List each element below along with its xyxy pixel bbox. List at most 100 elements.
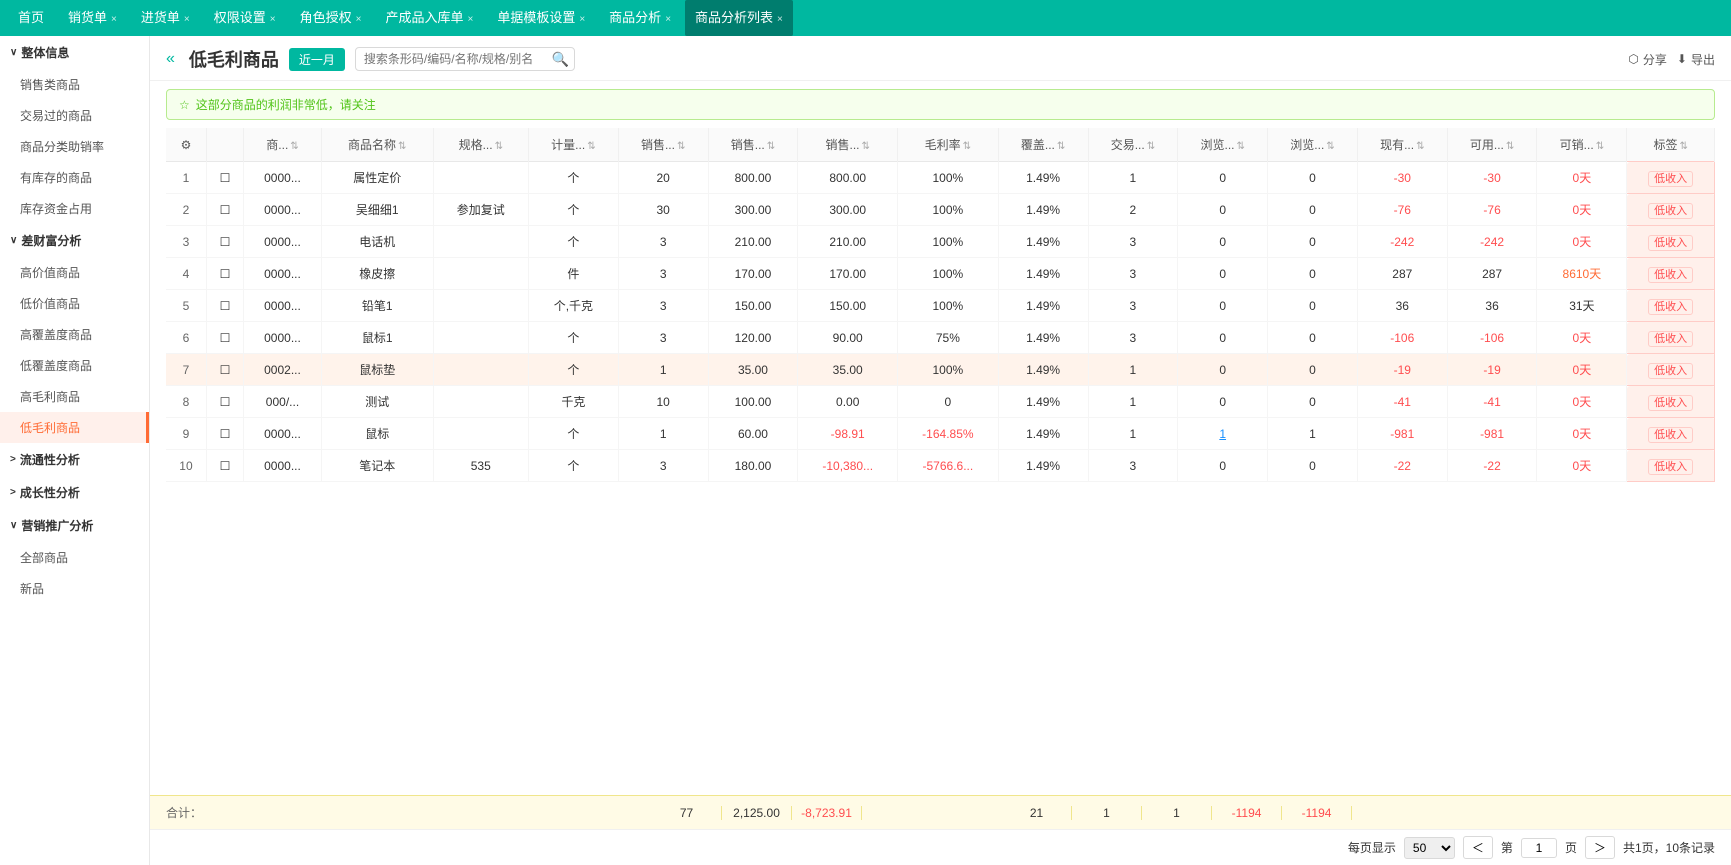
sidebar-collapse-btn[interactable]: « — [166, 50, 175, 68]
sidebar-item-商品分类助销率[interactable]: 商品分类助销率 — [0, 131, 149, 162]
nav-item-商品分析列表[interactable]: 商品分析列表× — [685, 0, 793, 36]
cell-browse1[interactable]: 0 — [1178, 386, 1268, 418]
cell-browse1[interactable]: 0 — [1178, 194, 1268, 226]
share-button[interactable]: ⬡ 分享 — [1628, 51, 1667, 68]
nav-close-icon[interactable]: × — [467, 14, 473, 25]
cell-checkbox[interactable]: ☐ — [206, 194, 243, 226]
nav-close-icon[interactable]: × — [777, 14, 783, 25]
cell-browse1[interactable]: 0 — [1178, 162, 1268, 194]
col-header-current[interactable]: 现有...⇅ — [1357, 128, 1447, 162]
col-header-saleable[interactable]: 可销...⇅ — [1537, 128, 1627, 162]
nav-item-销货单[interactable]: 销货单× — [58, 0, 127, 36]
col-header-available[interactable]: 可用...⇅ — [1447, 128, 1537, 162]
cell-checkbox[interactable]: ☐ — [206, 386, 243, 418]
cell-browse1[interactable]: 1 — [1178, 418, 1268, 450]
cell-browse1[interactable]: 0 — [1178, 258, 1268, 290]
col-header-margin_rate[interactable]: 毛利率⇅ — [898, 128, 999, 162]
cell-available: -242 — [1447, 226, 1537, 258]
cell-tag: 低收入 — [1627, 194, 1715, 226]
sidebar-item-交易过的商品[interactable]: 交易过的商品 — [0, 100, 149, 131]
cell-unit: 个 — [528, 354, 618, 386]
sidebar-item-高覆盖度商品[interactable]: 高覆盖度商品 — [0, 319, 149, 350]
col-header-tag[interactable]: 标签⇅ — [1627, 128, 1715, 162]
cell-browse1[interactable]: 0 — [1178, 226, 1268, 258]
col-header-code[interactable]: 商...⇅ — [244, 128, 322, 162]
col-header-checkbox[interactable] — [206, 128, 243, 162]
cell-browse1[interactable]: 0 — [1178, 322, 1268, 354]
sidebar-item-库存资金占用[interactable]: 库存资金占用 — [0, 193, 149, 224]
cell-transactions: 3 — [1088, 258, 1178, 290]
search-icon-btn[interactable]: 🔍 — [551, 51, 568, 68]
cell-browse1[interactable]: 0 — [1178, 354, 1268, 386]
filter-button[interactable]: 近一月 — [289, 48, 345, 71]
cell-checkbox[interactable]: ☐ — [206, 418, 243, 450]
nav-close-icon[interactable]: × — [111, 14, 117, 25]
col-header-sales_price[interactable]: 销售...⇅ — [708, 128, 798, 162]
cell-sales_price: 60.00 — [708, 418, 798, 450]
cell-coverage: 1.49% — [998, 290, 1088, 322]
page-number-input[interactable] — [1521, 838, 1557, 858]
sidebar-group-流通性分析[interactable]: >流通性分析 — [0, 443, 149, 476]
cell-margin_rate: -164.85% — [898, 418, 999, 450]
per-page-select[interactable]: 102050100 — [1404, 837, 1455, 859]
nav-close-icon[interactable]: × — [356, 14, 362, 25]
sidebar-item-低覆盖度商品[interactable]: 低覆盖度商品 — [0, 350, 149, 381]
cell-checkbox[interactable]: ☐ — [206, 290, 243, 322]
cell-saleable: 0天 — [1537, 194, 1627, 226]
col-header-browse2[interactable]: 浏览...⇅ — [1268, 128, 1358, 162]
nav-item-首页[interactable]: 首页 — [8, 0, 54, 36]
sidebar-item-新品[interactable]: 新品 — [0, 573, 149, 604]
prev-page-button[interactable]: ＜ — [1463, 836, 1493, 859]
col-header-browse1[interactable]: 浏览...⇅ — [1178, 128, 1268, 162]
sidebar-item-低毛利商品[interactable]: 低毛利商品 — [0, 412, 149, 443]
cell-checkbox[interactable]: ☐ — [206, 450, 243, 482]
col-header-spec[interactable]: 规格...⇅ — [433, 128, 528, 162]
nav-item-角色授权[interactable]: 角色授权× — [290, 0, 372, 36]
cell-transactions: 2 — [1088, 194, 1178, 226]
cell-name: 鼠标 — [321, 418, 433, 450]
cell-margin_rate: 100% — [898, 194, 999, 226]
col-header-transactions[interactable]: 交易...⇅ — [1088, 128, 1178, 162]
sort-icon: ⇅ — [1326, 141, 1334, 152]
cell-checkbox[interactable]: ☐ — [206, 226, 243, 258]
sort-icon: ⇅ — [290, 141, 298, 152]
cell-checkbox[interactable]: ☐ — [206, 354, 243, 386]
next-page-button[interactable]: ＞ — [1585, 836, 1615, 859]
export-button[interactable]: ⬇ 导出 — [1677, 51, 1715, 68]
nav-item-产成品入库单[interactable]: 产成品入库单× — [375, 0, 483, 36]
sidebar-group-营销推广分析[interactable]: ∨营销推广分析 — [0, 509, 149, 542]
cell-browse1[interactable]: 0 — [1178, 290, 1268, 322]
sidebar-item-全部商品[interactable]: 全部商品 — [0, 542, 149, 573]
cell-unit: 千克 — [528, 386, 618, 418]
cell-checkbox[interactable]: ☐ — [206, 258, 243, 290]
sidebar-item-低价值商品[interactable]: 低价值商品 — [0, 288, 149, 319]
col-header-coverage[interactable]: 覆盖...⇅ — [998, 128, 1088, 162]
nav-close-icon[interactable]: × — [665, 14, 671, 25]
nav-item-商品分析[interactable]: 商品分析× — [599, 0, 681, 36]
col-header-sales_profit[interactable]: 销售...⇅ — [798, 128, 898, 162]
col-header-name[interactable]: 商品名称⇅ — [321, 128, 433, 162]
sidebar-item-有库存的商品[interactable]: 有库存的商品 — [0, 162, 149, 193]
search-input[interactable] — [355, 47, 575, 71]
col-header-unit[interactable]: 计量...⇅ — [528, 128, 618, 162]
sidebar-group-整体信息[interactable]: ∨整体信息 — [0, 36, 149, 69]
sidebar-group-差财富分析[interactable]: ∨差财富分析 — [0, 224, 149, 257]
sidebar-group-成长性分析[interactable]: >成长性分析 — [0, 476, 149, 509]
sidebar-item-高毛利商品[interactable]: 高毛利商品 — [0, 381, 149, 412]
sidebar-item-高价值商品[interactable]: 高价值商品 — [0, 257, 149, 288]
nav-close-icon[interactable]: × — [579, 14, 585, 25]
cell-sales_profit: 35.00 — [798, 354, 898, 386]
col-header-settings[interactable]: ⚙ — [166, 128, 206, 162]
cell-checkbox[interactable]: ☐ — [206, 322, 243, 354]
cell-checkbox[interactable]: ☐ — [206, 162, 243, 194]
col-header-sales_qty[interactable]: 销售...⇅ — [618, 128, 708, 162]
cell-browse1[interactable]: 0 — [1178, 450, 1268, 482]
nav-item-权限设置[interactable]: 权限设置× — [204, 0, 286, 36]
nav-item-单据模板设置[interactable]: 单据模板设置× — [487, 0, 595, 36]
cell-browse2: 0 — [1268, 194, 1358, 226]
nav-item-进货单[interactable]: 进货单× — [131, 0, 200, 36]
table-row: 10☐0000...笔记本535个3180.00-10,380...-5766.… — [166, 450, 1715, 482]
sidebar-item-销售类商品[interactable]: 销售类商品 — [0, 69, 149, 100]
nav-close-icon[interactable]: × — [270, 14, 276, 25]
nav-close-icon[interactable]: × — [184, 14, 190, 25]
